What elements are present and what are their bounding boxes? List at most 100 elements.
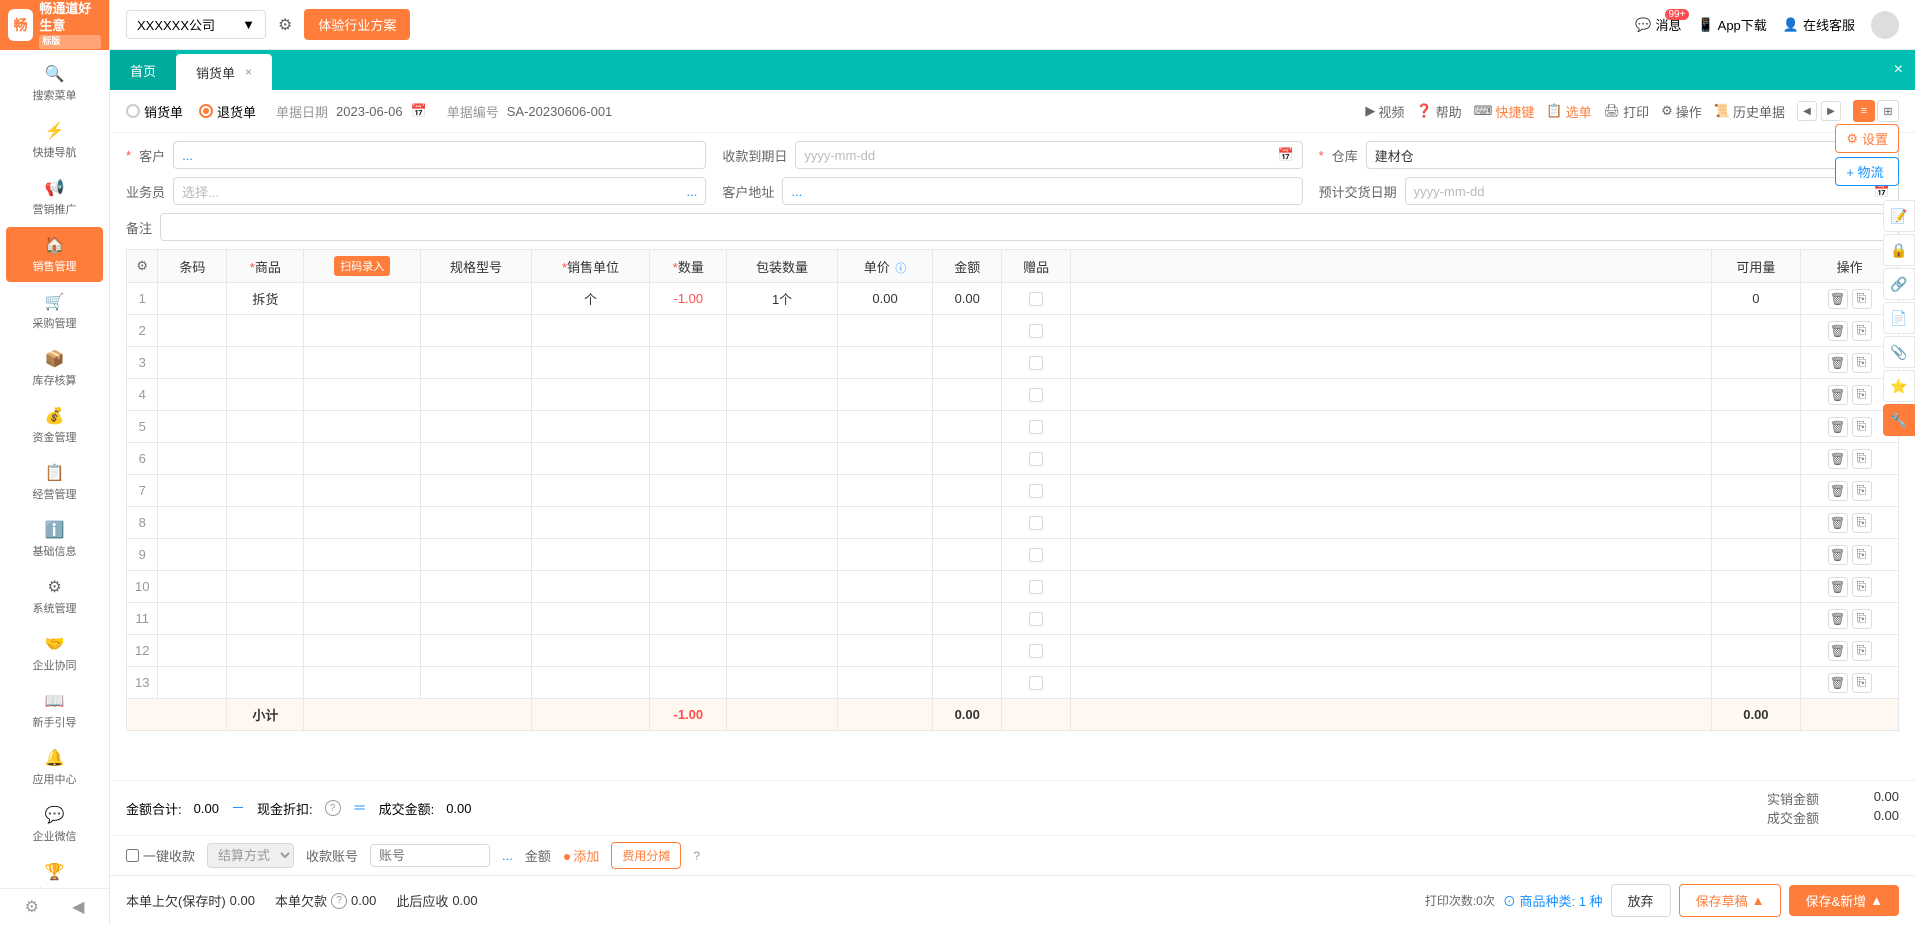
gift-checkbox[interactable] bbox=[1029, 676, 1043, 690]
sidebar-item-system[interactable]: ⚙ 系统管理 bbox=[6, 569, 103, 624]
payment-method-select[interactable]: 结算方式 bbox=[207, 843, 294, 868]
copy-btn[interactable]: ⎘ bbox=[1852, 385, 1872, 405]
copy-btn[interactable]: ⎘ bbox=[1852, 417, 1872, 437]
help-action[interactable]: ❓ 帮助 bbox=[1416, 102, 1461, 121]
copy-btn[interactable]: ⎘ bbox=[1852, 481, 1872, 501]
delete-btn[interactable]: 🗑 bbox=[1828, 353, 1848, 373]
industry-plan-button[interactable]: 体验行业方案 bbox=[304, 9, 410, 40]
sidebar-item-collaboration[interactable]: 🤝 企业协同 bbox=[6, 626, 103, 681]
calendar-icon[interactable]: 📅 bbox=[411, 103, 427, 119]
copy-btn[interactable]: ⎘ bbox=[1852, 609, 1872, 629]
float-btn-1[interactable]: 📝 bbox=[1883, 200, 1915, 232]
sidebar-item-finance[interactable]: 💰 资金管理 bbox=[6, 398, 103, 453]
delete-btn[interactable]: 🗑 bbox=[1828, 449, 1848, 469]
return-order-radio[interactable]: 退货单 bbox=[199, 102, 256, 121]
one-click-pay[interactable]: 一键收款 bbox=[126, 846, 195, 865]
video-action[interactable]: ▶ 视频 bbox=[1365, 102, 1404, 121]
float-btn-4[interactable]: 📄 bbox=[1883, 302, 1915, 334]
discount-help-icon[interactable]: ? bbox=[325, 800, 341, 816]
row-product-1[interactable]: 拆货 bbox=[227, 283, 304, 315]
gift-checkbox[interactable] bbox=[1029, 484, 1043, 498]
copy-btn[interactable]: ⎘ bbox=[1852, 577, 1872, 597]
shortcut-action[interactable]: ⌨ 快捷键 bbox=[1474, 102, 1535, 121]
row-gift-1[interactable] bbox=[1002, 283, 1071, 315]
delete-btn[interactable]: 🗑 bbox=[1828, 417, 1848, 437]
float-btn-3[interactable]: 🔗 bbox=[1883, 268, 1915, 300]
settings-bottom-btn[interactable]: ⚙ bbox=[25, 897, 39, 917]
row-spec-1[interactable] bbox=[421, 283, 532, 315]
save-new-button[interactable]: 保存&新增 ▲ bbox=[1789, 885, 1899, 916]
list-view-btn[interactable]: ≡ bbox=[1853, 100, 1875, 122]
sidebar-item-enterprise-wechat[interactable]: 💬 企业微信 bbox=[6, 797, 103, 852]
copy-btn[interactable]: ⎘ bbox=[1852, 673, 1872, 693]
row-price-1[interactable]: 0.00 bbox=[837, 283, 932, 315]
scan-button[interactable]: 扫码录入 bbox=[334, 256, 390, 276]
delete-btn[interactable]: 🗑 bbox=[1828, 481, 1848, 501]
tab-sales-order[interactable]: 销货单 × bbox=[176, 54, 272, 90]
row-amount-1[interactable]: 0.00 bbox=[933, 283, 1002, 315]
gift-checkbox[interactable] bbox=[1029, 612, 1043, 626]
copy-btn[interactable]: ⎘ bbox=[1852, 641, 1872, 661]
delete-btn[interactable]: 🗑 bbox=[1828, 609, 1848, 629]
sidebar-item-guide[interactable]: 📖 新手引导 bbox=[6, 683, 103, 738]
fee-split-button[interactable]: 费用分摊 bbox=[611, 842, 681, 869]
copy-btn[interactable]: ⎘ bbox=[1852, 449, 1872, 469]
delete-btn[interactable]: 🗑 bbox=[1828, 545, 1848, 565]
price-info-icon[interactable]: ⓘ bbox=[895, 263, 906, 275]
column-settings-icon[interactable]: ⚙ bbox=[136, 258, 148, 273]
tab-close-icon[interactable]: × bbox=[245, 65, 252, 79]
row-qty-1[interactable]: -1.00 bbox=[650, 283, 727, 315]
sidebar-item-inventory[interactable]: 📦 库存核算 bbox=[6, 341, 103, 396]
copy-btn[interactable]: ⎘ bbox=[1852, 353, 1872, 373]
delete-btn[interactable]: 🗑 bbox=[1828, 577, 1848, 597]
float-btn-2[interactable]: 🔒 bbox=[1883, 234, 1915, 266]
notes-input[interactable] bbox=[160, 213, 1899, 241]
discard-button[interactable]: 放弃 bbox=[1611, 884, 1671, 917]
delete-btn[interactable]: 🗑 bbox=[1828, 513, 1848, 533]
tab-home[interactable]: 首页 bbox=[110, 50, 176, 90]
sidebar-item-quick-nav[interactable]: ⚡ 快捷导航 bbox=[6, 113, 103, 168]
history-action[interactable]: 📜 历史单据 bbox=[1714, 102, 1785, 121]
float-btn-6[interactable]: ⭐ bbox=[1883, 370, 1915, 402]
row-pkg-qty-1[interactable]: 1个 bbox=[727, 283, 838, 315]
payment-due-input[interactable]: yyyy-mm-dd 📅 bbox=[795, 141, 1302, 169]
settings-icon[interactable]: ⚙ bbox=[278, 15, 292, 35]
sidebar-item-sales[interactable]: 🏠 销售管理 bbox=[6, 227, 103, 282]
gift-checkbox[interactable] bbox=[1029, 452, 1043, 466]
copy-btn[interactable]: ⎘ bbox=[1852, 545, 1872, 565]
account-input[interactable] bbox=[370, 844, 490, 867]
gift-checkbox-1[interactable] bbox=[1029, 292, 1043, 306]
copy-row-1-btn[interactable]: ⎘ bbox=[1852, 289, 1872, 309]
gift-checkbox[interactable] bbox=[1029, 548, 1043, 562]
gift-checkbox[interactable] bbox=[1029, 644, 1043, 658]
expected-date-input[interactable]: yyyy-mm-dd 📅 bbox=[1405, 177, 1899, 205]
due-help-icon[interactable]: ? bbox=[331, 893, 347, 909]
delete-btn[interactable]: 🗑 bbox=[1828, 673, 1848, 693]
one-click-pay-checkbox[interactable] bbox=[126, 849, 139, 862]
warehouse-input[interactable]: 建材仓 ... bbox=[1366, 141, 1899, 169]
prev-doc-btn[interactable]: ◀ bbox=[1797, 101, 1817, 121]
gift-checkbox[interactable] bbox=[1029, 516, 1043, 530]
operation-action[interactable]: ⚙ 操作 bbox=[1661, 102, 1702, 121]
product-type-link[interactable]: ⊙ 商品种类: 1 种 bbox=[1503, 891, 1603, 910]
sidebar-item-operations[interactable]: 📋 经营管理 bbox=[6, 455, 103, 510]
gift-checkbox[interactable] bbox=[1029, 420, 1043, 434]
sidebar-item-marketing[interactable]: 📢 营销推广 bbox=[6, 170, 103, 225]
add-payment-button[interactable]: ● 添加 bbox=[563, 846, 599, 865]
sale-order-radio[interactable]: 销货单 bbox=[126, 102, 183, 121]
next-doc-btn[interactable]: ▶ bbox=[1821, 101, 1841, 121]
sidebar-item-purchase[interactable]: 🛒 采购管理 bbox=[6, 284, 103, 339]
user-avatar[interactable] bbox=[1871, 11, 1899, 39]
message-button[interactable]: 💬 消息 99+ bbox=[1635, 15, 1681, 34]
company-selector[interactable]: XXXXXX公司 ▼ bbox=[126, 10, 266, 39]
online-service-button[interactable]: 👤 在线客服 bbox=[1783, 15, 1855, 34]
sidebar-item-basic-info[interactable]: ℹ️ 基础信息 bbox=[6, 512, 103, 567]
collapse-btn[interactable]: ◀ bbox=[72, 897, 84, 917]
sidebar-item-app-center[interactable]: 🔔 应用中心 bbox=[6, 740, 103, 795]
gift-checkbox[interactable] bbox=[1029, 388, 1043, 402]
save-draft-button[interactable]: 保存草稿 ▲ bbox=[1679, 884, 1782, 917]
float-btn-7[interactable]: 🔧 bbox=[1883, 404, 1915, 436]
customer-input[interactable]: ... bbox=[173, 141, 706, 169]
select-action[interactable]: 📋 选单 bbox=[1546, 102, 1591, 121]
float-btn-5[interactable]: 📎 bbox=[1883, 336, 1915, 368]
